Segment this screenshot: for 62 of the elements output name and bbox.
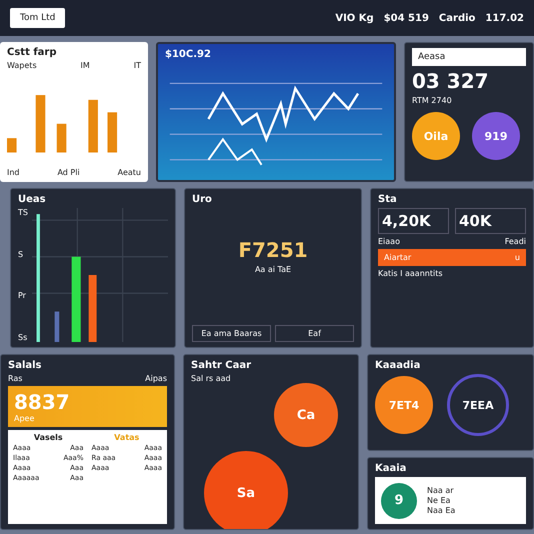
axis-label: TS [18, 208, 28, 217]
banner-label: Aiartar [384, 253, 412, 262]
footer-cell: Ea ama Baaras [192, 325, 271, 342]
goal-text: Naa ar [427, 486, 455, 496]
stat-label: Eiaao [378, 237, 400, 246]
banner-label: u [514, 253, 520, 262]
stat-value: 40K [455, 208, 526, 234]
card-subtitle: Aipas [145, 374, 167, 383]
column-header: Vasels [32, 433, 64, 442]
axis-label: Ad Pli [57, 168, 80, 177]
chart-bar [88, 275, 97, 342]
total-value: F7251 [238, 238, 308, 262]
card-title: Uro [192, 194, 212, 205]
stat-circle: Oila [412, 112, 460, 160]
legend-label: IM [80, 61, 90, 70]
axis-label: S [18, 250, 24, 259]
top-bar-item[interactable]: Cardio [438, 12, 476, 24]
card-title: Sta [378, 194, 397, 205]
stat-circle: 7ET4 [375, 376, 433, 434]
card-title: Ueas [18, 194, 47, 205]
card-subtitle: Sal rs aad [191, 374, 232, 383]
chart-bar [36, 95, 46, 152]
top-bar-item[interactable]: 117.02 [485, 12, 524, 24]
banner-caption: Apee [14, 414, 36, 423]
card-title: Kaaia [375, 463, 408, 474]
card-subtitle: Ras [8, 374, 22, 383]
stat-circle: 9 [381, 482, 417, 519]
chart-bar [7, 138, 17, 152]
card-title: Salals [8, 360, 42, 371]
axis-label: Aeatu [118, 168, 141, 177]
stat-circle: 919 [472, 112, 520, 160]
total-caption: Aa ai TaE [254, 265, 292, 274]
card-title: Sahtr Caar [191, 360, 252, 371]
axis-label: Ind [7, 168, 20, 177]
chart-bar [108, 112, 118, 152]
card-header: Aeasa [412, 48, 526, 66]
top-bar-item[interactable]: $04 519 [384, 12, 429, 24]
goal-text: Ne Ea [427, 496, 452, 506]
goal-text: Naa Ea [427, 506, 456, 516]
balance-caption: RTM 2740 [412, 96, 452, 105]
axis-label: Pr [18, 291, 27, 300]
stats-footer: Katis I aaanntits [378, 269, 442, 278]
stat-label: Feadi [504, 237, 526, 246]
chart-bar [56, 124, 66, 152]
balance-value: 03 327 [412, 69, 489, 93]
top-button[interactable]: Tom Ltd [10, 8, 66, 28]
legend-label: Wapets [7, 61, 37, 70]
footer-cell: Eaf [275, 325, 354, 342]
card-title: Cstt farp [7, 47, 58, 58]
column-header: Vatas [113, 433, 140, 442]
stat-value: 4,20K [378, 208, 449, 234]
card-title: Kaaadia [375, 360, 422, 371]
ring-gauge: 7EEA [447, 374, 509, 436]
chart-bar [54, 312, 60, 342]
stat-circle: Ca [274, 383, 338, 447]
top-bar-item[interactable]: VIO Kg [335, 12, 374, 24]
card-title: $10C.92 [165, 49, 212, 60]
axis-label: Ss [18, 332, 28, 342]
banner-value: 8837 [14, 390, 71, 414]
legend-label: IT [134, 61, 141, 70]
chart-bar [88, 100, 98, 152]
stat-circle: Sa [204, 451, 288, 529]
